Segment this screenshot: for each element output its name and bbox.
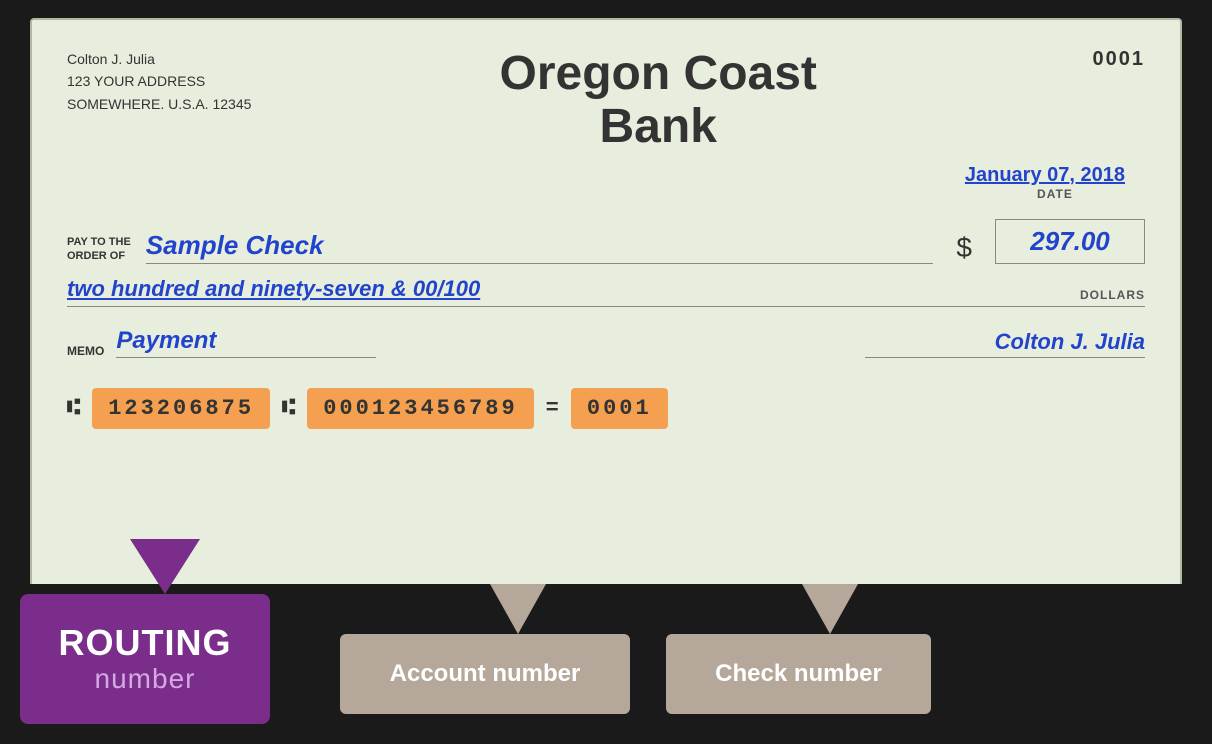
date-section: January 07, 2018 DATE bbox=[67, 164, 1145, 201]
pay-to-name-line: Sample Check bbox=[146, 230, 934, 264]
account-label-text: Account number bbox=[390, 660, 581, 688]
micr-line: ⑆ 123206875 ⑆ 000123456789 = 0001 bbox=[67, 388, 1145, 429]
owner-address1: 123 YOUR ADDRESS bbox=[67, 70, 251, 92]
owner-name: Colton J. Julia bbox=[67, 48, 251, 70]
check-label-text: Check number bbox=[715, 660, 882, 688]
check: Colton J. Julia 123 YOUR ADDRESS SOMEWHE… bbox=[30, 18, 1182, 598]
pay-to-label: PAY TO THEORDER OF bbox=[67, 235, 131, 264]
account-number: 000123456789 bbox=[307, 388, 533, 429]
date-block: January 07, 2018 DATE bbox=[965, 164, 1145, 201]
micr-symbol-start: ⑆ bbox=[67, 396, 80, 421]
memo-area: MEMO Payment bbox=[67, 327, 376, 358]
owner-info: Colton J. Julia 123 YOUR ADDRESS SOMEWHE… bbox=[67, 48, 251, 115]
check-number-micr: 0001 bbox=[571, 388, 668, 429]
dollar-sign: $ bbox=[956, 232, 972, 264]
memo-value: Payment bbox=[116, 327, 216, 354]
bank-name: Oregon CoastBank bbox=[271, 48, 1045, 154]
memo-label: MEMO bbox=[67, 344, 104, 358]
account-arrow bbox=[490, 584, 546, 634]
routing-label-box: ROUTING number bbox=[20, 594, 270, 724]
signature-line: Colton J. Julia bbox=[865, 329, 1145, 358]
micr-symbol-end: ⑆ bbox=[282, 396, 295, 421]
memo-section: MEMO Payment Colton J. Julia bbox=[67, 327, 1145, 358]
date-value: January 07, 2018 bbox=[965, 164, 1125, 187]
dollars-label: DOLLARS bbox=[1080, 288, 1145, 302]
signature-value: Colton J. Julia bbox=[995, 329, 1145, 354]
pay-to-value: Sample Check bbox=[146, 230, 324, 260]
routing-subtitle: number bbox=[95, 663, 196, 695]
pay-section: PAY TO THEORDER OF Sample Check $ 297.00 bbox=[67, 219, 1145, 264]
routing-arrow bbox=[130, 539, 200, 594]
routing-title: ROUTING bbox=[59, 623, 232, 663]
check-number-top: 0001 bbox=[1065, 48, 1145, 71]
check-top: Colton J. Julia 123 YOUR ADDRESS SOMEWHE… bbox=[67, 48, 1145, 154]
micr-symbol-account-end: = bbox=[546, 396, 559, 421]
account-label-box: Account number bbox=[340, 634, 630, 714]
date-label: DATE bbox=[965, 187, 1145, 201]
written-amount-section: two hundred and ninety-seven & 00/100 DO… bbox=[67, 276, 1145, 307]
memo-line: Payment bbox=[116, 327, 376, 358]
written-amount: two hundred and ninety-seven & 00/100 bbox=[67, 276, 480, 302]
check-number-arrow bbox=[802, 584, 858, 634]
amount-box: 297.00 bbox=[995, 219, 1145, 264]
check-label-box: Check number bbox=[666, 634, 931, 714]
routing-number: 123206875 bbox=[92, 388, 270, 429]
owner-address2: SOMEWHERE. U.S.A. 12345 bbox=[67, 93, 251, 115]
bottom-bar: ROUTING number Account number Check numb… bbox=[0, 584, 1212, 744]
amount-value: 297.00 bbox=[1030, 226, 1110, 256]
